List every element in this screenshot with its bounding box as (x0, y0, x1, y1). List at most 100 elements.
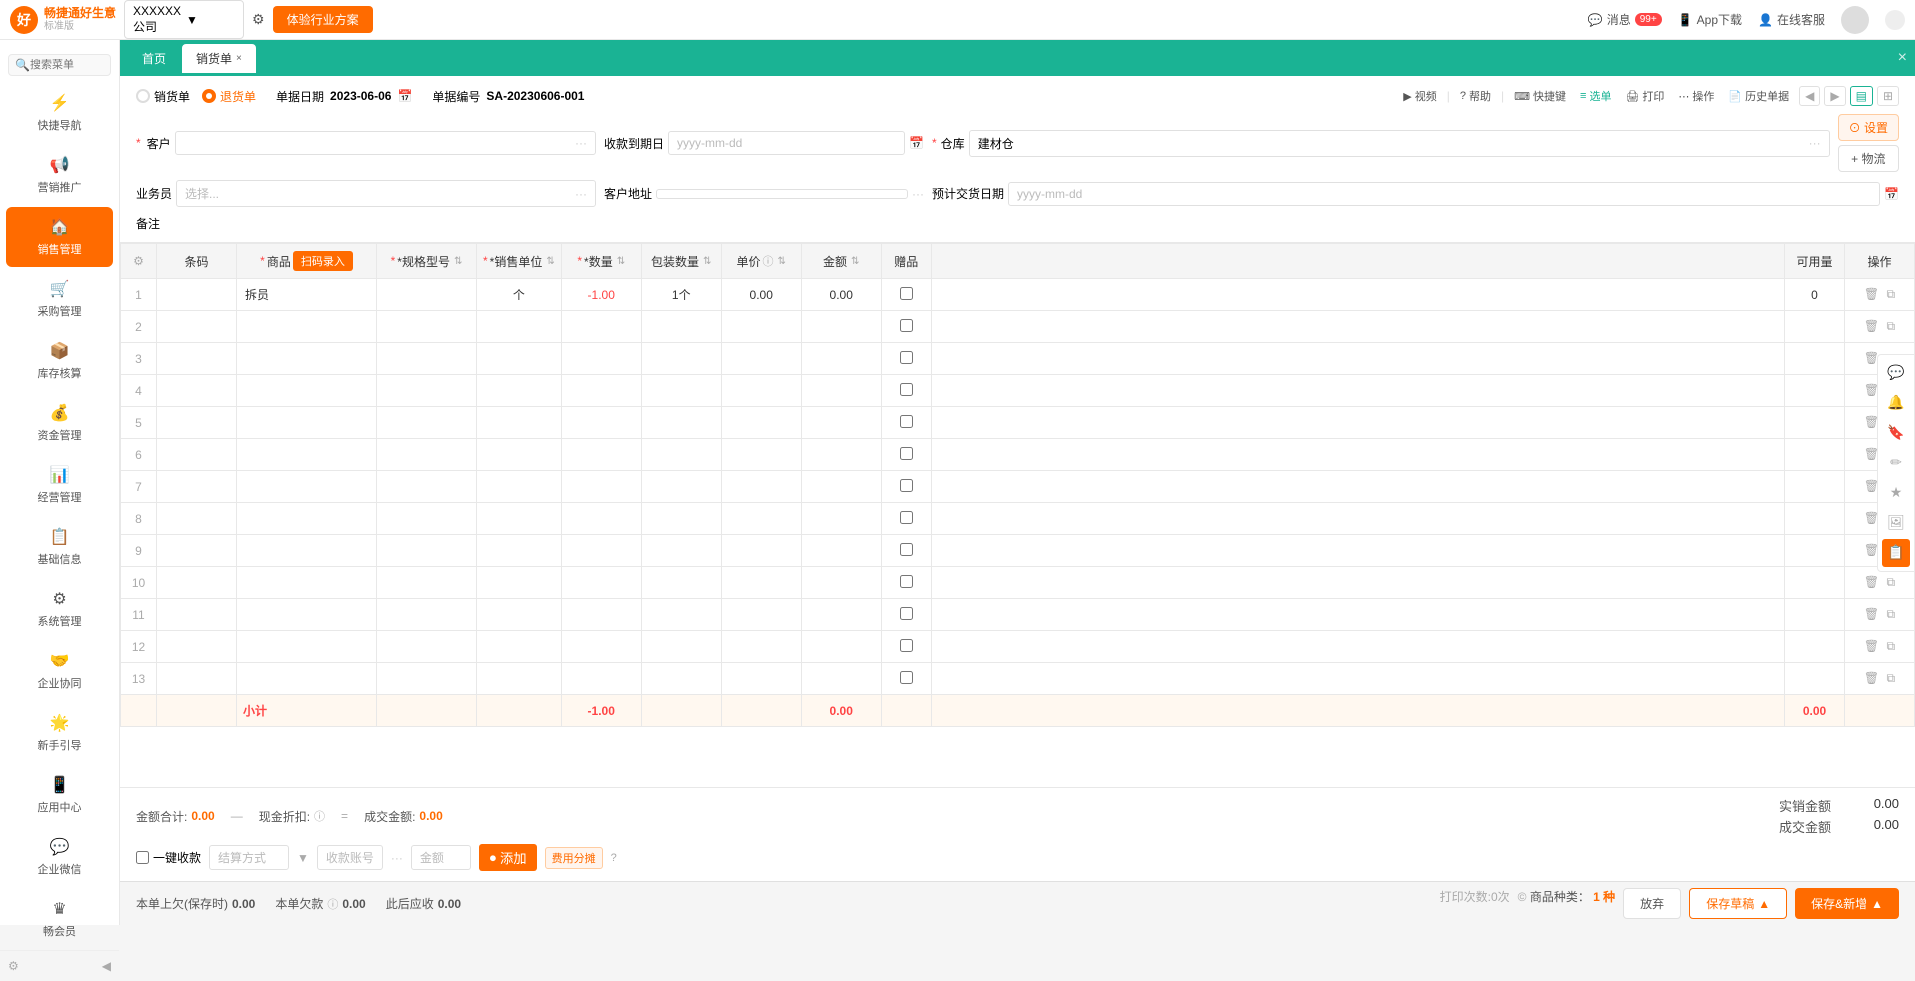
cell-pkg[interactable] (641, 375, 721, 407)
app-download-btn[interactable]: 📱 App下载 (1678, 11, 1742, 28)
sidebar-item-app-center[interactable]: 📱 应用中心 (6, 765, 113, 825)
customer-input[interactable]: ··· (175, 131, 596, 155)
th-gear[interactable]: ⚙ (121, 244, 157, 279)
cell-product[interactable] (237, 567, 377, 599)
cell-spec[interactable] (377, 343, 477, 375)
cell-price[interactable] (721, 535, 801, 567)
gift-checkbox[interactable] (900, 479, 913, 492)
save-new-button[interactable]: 保存&新增 ▲ (1795, 888, 1899, 919)
cell-gift[interactable] (881, 663, 931, 695)
cell-pkg[interactable] (641, 631, 721, 663)
cell-barcode[interactable] (157, 375, 237, 407)
cell-spec[interactable] (377, 503, 477, 535)
cell-qty[interactable] (561, 535, 641, 567)
cell-qty[interactable] (561, 375, 641, 407)
one-click-checkbox[interactable]: 一键收款 (136, 849, 201, 866)
logistics-button[interactable]: + 物流 (1838, 145, 1899, 172)
cell-gift[interactable] (881, 279, 931, 311)
sidebar-item-sales[interactable]: 🏠 销售管理 (6, 207, 113, 267)
cell-amount[interactable] (801, 407, 881, 439)
copy-icon[interactable]: ⧉ (1885, 573, 1898, 591)
trial-button[interactable]: 体验行业方案 (273, 6, 373, 33)
cell-barcode[interactable] (157, 567, 237, 599)
help-btn[interactable]: ? 帮助 (1456, 86, 1495, 106)
cell-price[interactable]: 0.00 (721, 279, 801, 311)
float-btn-orange[interactable]: 📋 (1882, 539, 1910, 567)
cell-pkg[interactable] (641, 407, 721, 439)
sidebar-item-vip[interactable]: ♛ 畅会员 (6, 889, 113, 949)
cell-unit[interactable] (477, 599, 562, 631)
cell-product[interactable] (237, 375, 377, 407)
unit-sort-icon[interactable]: ⇅ (546, 256, 554, 267)
float-btn-5[interactable]: ★ (1882, 479, 1910, 507)
cell-price[interactable] (721, 599, 801, 631)
radio-return[interactable]: 退货单 (202, 88, 256, 105)
cell-price[interactable] (721, 439, 801, 471)
cell-gift[interactable] (881, 311, 931, 343)
gift-checkbox[interactable] (900, 287, 913, 300)
gift-checkbox[interactable] (900, 447, 913, 460)
cell-spec[interactable] (377, 439, 477, 471)
cell-product[interactable] (237, 535, 377, 567)
grid-view-icon[interactable]: ⊞ (1877, 86, 1899, 106)
delete-icon[interactable]: 🗑 (1862, 317, 1881, 335)
delete-icon[interactable]: 🗑 (1862, 605, 1881, 623)
cell-spec[interactable] (377, 599, 477, 631)
cell-qty[interactable] (561, 407, 641, 439)
cell-qty[interactable] (561, 503, 641, 535)
cell-pkg[interactable] (641, 567, 721, 599)
video-btn[interactable]: ▶ 视频 (1399, 86, 1440, 106)
cell-product[interactable] (237, 663, 377, 695)
cell-gift[interactable] (881, 471, 931, 503)
amount-sort-icon[interactable]: ⇅ (851, 256, 859, 267)
cell-price[interactable] (721, 471, 801, 503)
add-payment-button[interactable]: ● 添加 (479, 844, 537, 871)
online-service-btn[interactable]: 👤 在线客服 (1758, 11, 1825, 28)
scan-button[interactable]: 扫码录入 (293, 251, 353, 271)
cell-unit[interactable] (477, 343, 562, 375)
save-draft-button[interactable]: 保存草稿 ▲ (1689, 888, 1787, 919)
cell-pkg[interactable] (641, 439, 721, 471)
cell-pkg[interactable] (641, 599, 721, 631)
sidebar-item-guide[interactable]: 🌟 新手引导 (6, 703, 113, 763)
cell-unit[interactable] (477, 663, 562, 695)
cell-gift[interactable] (881, 407, 931, 439)
cell-gift[interactable] (881, 631, 931, 663)
cell-product[interactable] (237, 439, 377, 471)
tab-close-icon[interactable]: × (236, 53, 242, 64)
receipt-date-input[interactable]: yyyy-mm-dd (668, 131, 905, 155)
cell-unit[interactable] (477, 375, 562, 407)
radio-sales[interactable]: 销货单 (136, 88, 190, 105)
cell-qty[interactable]: -1.00 (561, 279, 641, 311)
expected-delivery-input[interactable]: yyyy-mm-dd (1008, 182, 1880, 206)
cell-amount[interactable] (801, 631, 881, 663)
cell-amount[interactable] (801, 535, 881, 567)
cell-qty[interactable] (561, 471, 641, 503)
user-avatar2[interactable] (1885, 10, 1905, 30)
cell-barcode[interactable] (157, 535, 237, 567)
save-draft-dropdown-icon[interactable]: ▲ (1758, 897, 1770, 911)
cell-product[interactable] (237, 343, 377, 375)
cell-amount[interactable] (801, 343, 881, 375)
cell-amount[interactable] (801, 599, 881, 631)
calc-method-input[interactable]: 结算方式 (209, 845, 289, 870)
gift-checkbox[interactable] (900, 543, 913, 556)
cell-unit[interactable] (477, 471, 562, 503)
gift-checkbox[interactable] (900, 351, 913, 364)
cell-pkg[interactable] (641, 663, 721, 695)
cell-product[interactable] (237, 631, 377, 663)
list-view-icon[interactable]: ▤ (1850, 86, 1873, 106)
cell-unit[interactable] (477, 535, 562, 567)
cell-qty[interactable] (561, 311, 641, 343)
sidebar-item-quick-nav[interactable]: ⚡ 快捷导航 (6, 83, 113, 143)
cell-price[interactable] (721, 567, 801, 599)
cell-price[interactable] (721, 407, 801, 439)
close-window-icon[interactable]: × (1898, 49, 1907, 67)
delete-icon[interactable]: 🗑 (1862, 573, 1881, 591)
qty-sort-icon[interactable]: ⇅ (617, 256, 625, 267)
one-click-checkbox-input[interactable] (136, 851, 149, 864)
delete-icon[interactable]: 🗑 (1862, 285, 1881, 303)
cell-product[interactable] (237, 407, 377, 439)
gift-checkbox[interactable] (900, 511, 913, 524)
cell-unit[interactable] (477, 407, 562, 439)
